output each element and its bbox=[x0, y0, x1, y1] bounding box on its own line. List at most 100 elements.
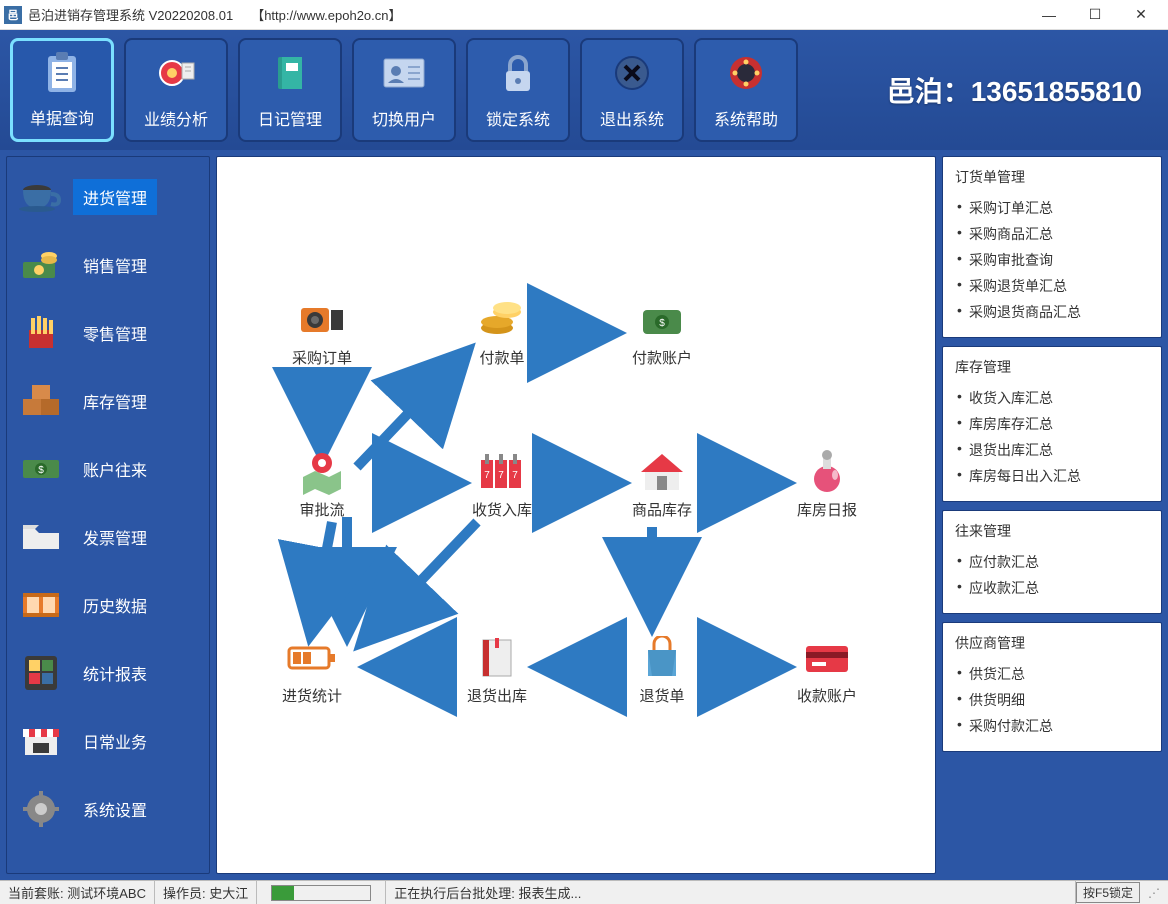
panel-link[interactable]: 供货汇总 bbox=[955, 661, 1149, 687]
group-title: 往来管理 bbox=[955, 521, 1149, 541]
svg-text:7: 7 bbox=[498, 470, 504, 481]
status-operator-label: 操作员: bbox=[163, 883, 206, 902]
fries-icon bbox=[19, 313, 63, 353]
medal-icon bbox=[153, 50, 199, 96]
panel-link[interactable]: 应付款汇总 bbox=[955, 549, 1149, 575]
node-return-out[interactable]: 退货出库 bbox=[442, 635, 552, 706]
panel-link[interactable]: 采购商品汇总 bbox=[955, 221, 1149, 247]
cash-icon: $ bbox=[19, 449, 63, 489]
node-purchase-stats[interactable]: 进货统计 bbox=[257, 635, 367, 706]
node-label: 商品库存 bbox=[607, 499, 717, 520]
bottle-icon bbox=[800, 449, 854, 495]
ribbon-btn-document-query[interactable]: 单据查询 bbox=[10, 38, 114, 142]
ribbon-btn-lock-system[interactable]: 锁定系统 bbox=[466, 38, 570, 142]
sidebar-item-retail[interactable]: 零售管理 bbox=[13, 305, 203, 361]
camera-icon bbox=[295, 297, 349, 343]
ribbon-btn-system-help[interactable]: 系统帮助 bbox=[694, 38, 798, 142]
panel-link[interactable]: 退货出库汇总 bbox=[955, 437, 1149, 463]
app-icon: 邑 bbox=[4, 6, 22, 24]
calculator-icon bbox=[19, 653, 63, 693]
node-label: 退货出库 bbox=[442, 685, 552, 706]
workflow-canvas: 采购订单 付款单 $ 付款账户 审批流 777 收货入库 商品库存 库房日报 bbox=[216, 156, 936, 874]
status-task-text: 正在执行后台批处理: 报表生成... bbox=[394, 883, 581, 902]
right-panel: 订货单管理 采购订单汇总 采购商品汇总 采购审批查询 采购退货单汇总 采购退货商… bbox=[942, 156, 1162, 874]
node-label: 退货单 bbox=[607, 685, 717, 706]
sidebar-label: 日常业务 bbox=[83, 735, 147, 752]
maximize-button[interactable]: ☐ bbox=[1072, 1, 1118, 29]
panel-link[interactable]: 库房库存汇总 bbox=[955, 411, 1149, 437]
window-title: 邑泊进销存管理系统 V20220208.01 bbox=[28, 5, 233, 24]
sidebar-item-invoice[interactable]: 发票管理 bbox=[13, 509, 203, 565]
sidebar-item-purchase[interactable]: 进货管理 bbox=[13, 169, 203, 225]
book-icon bbox=[267, 50, 313, 96]
titlebar: 邑 邑泊进销存管理系统 V20220208.01 【http://www.epo… bbox=[0, 0, 1168, 30]
ribbon-btn-performance[interactable]: 业绩分析 bbox=[124, 38, 228, 142]
panel-link[interactable]: 库房每日出入汇总 bbox=[955, 463, 1149, 489]
sidebar-label: 销售管理 bbox=[83, 259, 147, 276]
node-approval-flow[interactable]: 审批流 bbox=[267, 449, 377, 520]
sidebar-label: 进货管理 bbox=[83, 191, 147, 208]
panel-link[interactable]: 收货入库汇总 bbox=[955, 385, 1149, 411]
status-task: 正在执行后台批处理: 报表生成... bbox=[386, 881, 1076, 904]
ribbon-toolbar: 单据查询 业绩分析 日记管理 切换用户 锁定系统 退出系统 系统帮助 bbox=[0, 30, 1168, 150]
sidebar-label: 库存管理 bbox=[83, 395, 147, 412]
node-label: 采购订单 bbox=[267, 347, 377, 368]
close-button[interactable]: ✕ bbox=[1118, 1, 1164, 29]
ribbon-label: 退出系统 bbox=[600, 106, 664, 130]
node-return-slip[interactable]: 退货单 bbox=[607, 635, 717, 706]
node-receipt-account[interactable]: 收款账户 bbox=[772, 635, 882, 706]
panel-link[interactable]: 采购退货单汇总 bbox=[955, 273, 1149, 299]
ribbon-label: 单据查询 bbox=[30, 105, 94, 129]
panel-link[interactable]: 采购订单汇总 bbox=[955, 195, 1149, 221]
ribbon-btn-diary[interactable]: 日记管理 bbox=[238, 38, 342, 142]
node-payment-account[interactable]: $ 付款账户 bbox=[607, 297, 717, 368]
brand-phone: 邑泊：13651855810 bbox=[887, 70, 1158, 110]
lock-f5-button[interactable]: 按F5锁定 bbox=[1076, 882, 1140, 903]
node-warehouse-daily[interactable]: 库房日报 bbox=[772, 449, 882, 520]
battery-icon bbox=[285, 635, 339, 681]
sidebar-label: 零售管理 bbox=[83, 327, 147, 344]
chip-icon bbox=[723, 50, 769, 96]
panel-link[interactable]: 应收款汇总 bbox=[955, 575, 1149, 601]
svg-text:7: 7 bbox=[512, 470, 518, 481]
film-icon bbox=[19, 585, 63, 625]
panel-order-mgmt: 订货单管理 采购订单汇总 采购商品汇总 采购审批查询 采购退货单汇总 采购退货商… bbox=[942, 156, 1162, 338]
map-pin-icon bbox=[295, 449, 349, 495]
ribbon-btn-exit-system[interactable]: 退出系统 bbox=[580, 38, 684, 142]
node-payment-slip[interactable]: 付款单 bbox=[447, 297, 557, 368]
status-account-value: 测试环境ABC bbox=[67, 883, 146, 902]
panel-link[interactable]: 供货明细 bbox=[955, 687, 1149, 713]
panel-stock-mgmt: 库存管理 收货入库汇总 库房库存汇总 退货出库汇总 库房每日出入汇总 bbox=[942, 346, 1162, 502]
panel-link[interactable]: 采购付款汇总 bbox=[955, 713, 1149, 739]
node-product-stock[interactable]: 商品库存 bbox=[607, 449, 717, 520]
folder-icon bbox=[19, 517, 63, 557]
ribbon-label: 锁定系统 bbox=[486, 106, 550, 130]
sidebar-item-inventory[interactable]: 库存管理 bbox=[13, 373, 203, 429]
sidebar-item-daily[interactable]: 日常业务 bbox=[13, 713, 203, 769]
sidebar-item-history[interactable]: 历史数据 bbox=[13, 577, 203, 633]
progress-bar bbox=[271, 885, 371, 901]
svg-text:7: 7 bbox=[484, 470, 490, 481]
resize-grip[interactable]: ⋰ bbox=[1144, 886, 1162, 900]
sidebar-item-settings[interactable]: 系统设置 bbox=[13, 781, 203, 837]
minimize-button[interactable]: — bbox=[1026, 1, 1072, 29]
ribbon-label: 系统帮助 bbox=[714, 106, 778, 130]
sidebar-label: 发票管理 bbox=[83, 531, 147, 548]
ribbon-btn-switch-user[interactable]: 切换用户 bbox=[352, 38, 456, 142]
sidebar-item-sales[interactable]: 销售管理 bbox=[13, 237, 203, 293]
sidebar-item-reports[interactable]: 统计报表 bbox=[13, 645, 203, 701]
panel-link[interactable]: 采购审批查询 bbox=[955, 247, 1149, 273]
node-purchase-order[interactable]: 采购订单 bbox=[267, 297, 377, 368]
ribbon-label: 业绩分析 bbox=[144, 106, 208, 130]
sidebar-item-accounts[interactable]: $ 账户往来 bbox=[13, 441, 203, 497]
calendar-icon: 777 bbox=[475, 449, 529, 495]
status-operator: 操作员: 史大江 bbox=[155, 881, 257, 904]
svg-text:$: $ bbox=[38, 465, 44, 476]
panel-link[interactable]: 采购退货商品汇总 bbox=[955, 299, 1149, 325]
node-receive-stock[interactable]: 777 收货入库 bbox=[447, 449, 557, 520]
group-title: 供应商管理 bbox=[955, 633, 1149, 653]
money-stack-icon bbox=[19, 245, 63, 285]
group-title: 库存管理 bbox=[955, 357, 1149, 377]
boxes-icon bbox=[19, 381, 63, 421]
node-label: 收货入库 bbox=[447, 499, 557, 520]
